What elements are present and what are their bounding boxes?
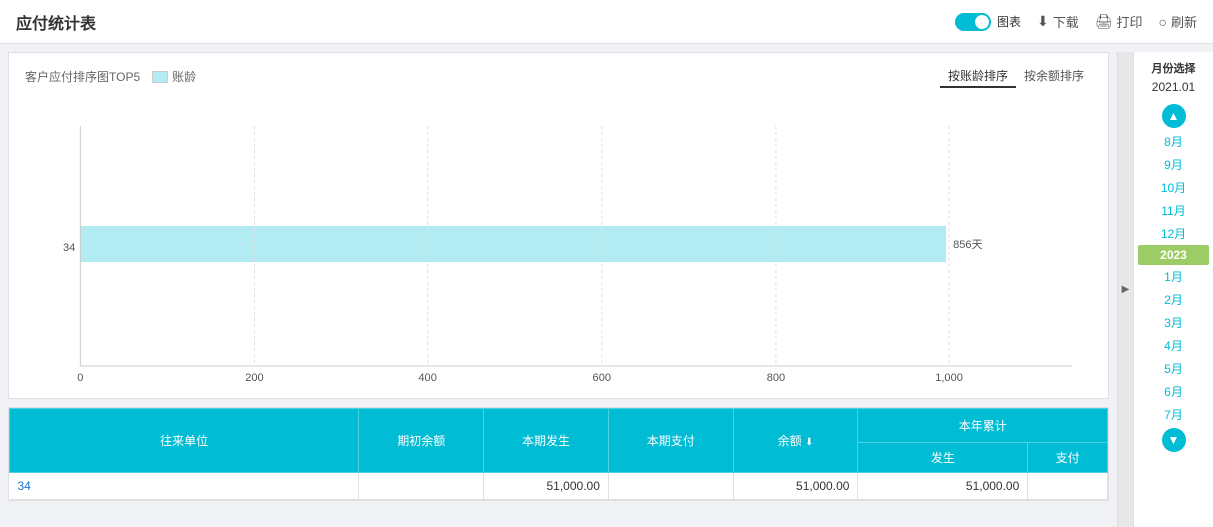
cell-current-pay [608,473,733,500]
toggle-switch[interactable] [955,13,991,31]
month-item[interactable]: 6月 [1138,380,1209,403]
legend-color [152,71,168,83]
refresh-button[interactable]: ○ 刷新 [1159,12,1197,31]
col-header-current-pay: 本期支付 [608,409,733,473]
chart-legend: 客户应付排序图TOP5 账龄 [25,68,196,85]
page-title: 应付统计表 [16,10,96,34]
cell-unit: 34 [10,473,359,500]
col-header-period-balance: 期初余额 [359,409,484,473]
toggle-label: 图表 [997,13,1021,30]
svg-text:34: 34 [63,242,75,254]
month-item[interactable]: 12月 [1138,222,1209,245]
chart-area: 34 856天 0 200 400 600 80 [25,96,1092,386]
col-header-balance: 余额 ⬇ [733,409,858,473]
col-header-ytd: 本年累计 [858,409,1108,443]
scroll-down-button[interactable]: ▼ [1162,428,1186,452]
month-item[interactable]: 8月 [1138,130,1209,153]
svg-text:200: 200 [245,372,263,384]
cell-ytd-pay [1028,473,1108,500]
sort-by-age-button[interactable]: 按账龄排序 [940,65,1016,88]
refresh-icon: ○ [1159,14,1167,30]
svg-text:0: 0 [77,372,83,384]
cell-current-occur: 51,000.00 [484,473,609,500]
svg-text:400: 400 [418,372,436,384]
cell-balance: 51,000.00 [733,473,858,500]
svg-text:800: 800 [767,372,785,384]
month-item[interactable]: 1月 [1138,265,1209,288]
download-icon: ⬇ [1037,13,1049,30]
chart-toggle[interactable]: 图表 [955,13,1021,31]
sidebar-year: 2021.01 [1152,80,1195,94]
year-label: 2023 [1138,245,1209,265]
month-item[interactable]: 11月 [1138,199,1209,222]
month-selector-sidebar: 月份选择 2021.01 ▲ 8月9月10月11月12月20231月2月3月4月… [1133,52,1213,527]
col-header-ytd-occur: 发生 [858,443,1028,473]
month-list: 8月9月10月11月12月20231月2月3月4月5月6月7月 [1138,130,1209,426]
download-button[interactable]: ⬇ 下载 [1037,12,1079,31]
data-table: 往来单位 期初余额 本期发生 本期支付 余额 ⬇ 本年累计 [8,407,1109,501]
print-icon: 🖨 [1095,13,1113,30]
cell-ytd-occur: 51,000.00 [858,473,1028,500]
svg-text:856天: 856天 [953,239,983,251]
legend-title: 客户应付排序图TOP5 [25,68,140,85]
col-header-current-occur: 本期发生 [484,409,609,473]
chevron-right-icon: ▶ [1122,284,1130,295]
legend-item-label: 账龄 [172,68,196,85]
month-item[interactable]: 5月 [1138,357,1209,380]
svg-text:1,000: 1,000 [935,372,963,384]
month-item[interactable]: 4月 [1138,334,1209,357]
sort-by-balance-button[interactable]: 按余额排序 [1016,65,1092,88]
col-header-unit: 往来单位 [10,409,359,473]
month-item[interactable]: 7月 [1138,403,1209,426]
month-item[interactable]: 3月 [1138,311,1209,334]
print-button[interactable]: 🖨 打印 [1095,12,1143,31]
cell-period-balance [359,473,484,500]
sidebar-title: 月份选择 [1152,60,1196,76]
month-item[interactable]: 2月 [1138,288,1209,311]
svg-text:600: 600 [593,372,611,384]
table-row: 34 51,000.00 51,000.00 51,000.00 [10,473,1108,500]
sidebar-collapse-button[interactable]: ▶ [1117,52,1133,527]
col-header-ytd-pay: 支付 [1028,443,1108,473]
month-item[interactable]: 10月 [1138,176,1209,199]
month-item[interactable]: 9月 [1138,153,1209,176]
scroll-up-button[interactable]: ▲ [1162,104,1186,128]
